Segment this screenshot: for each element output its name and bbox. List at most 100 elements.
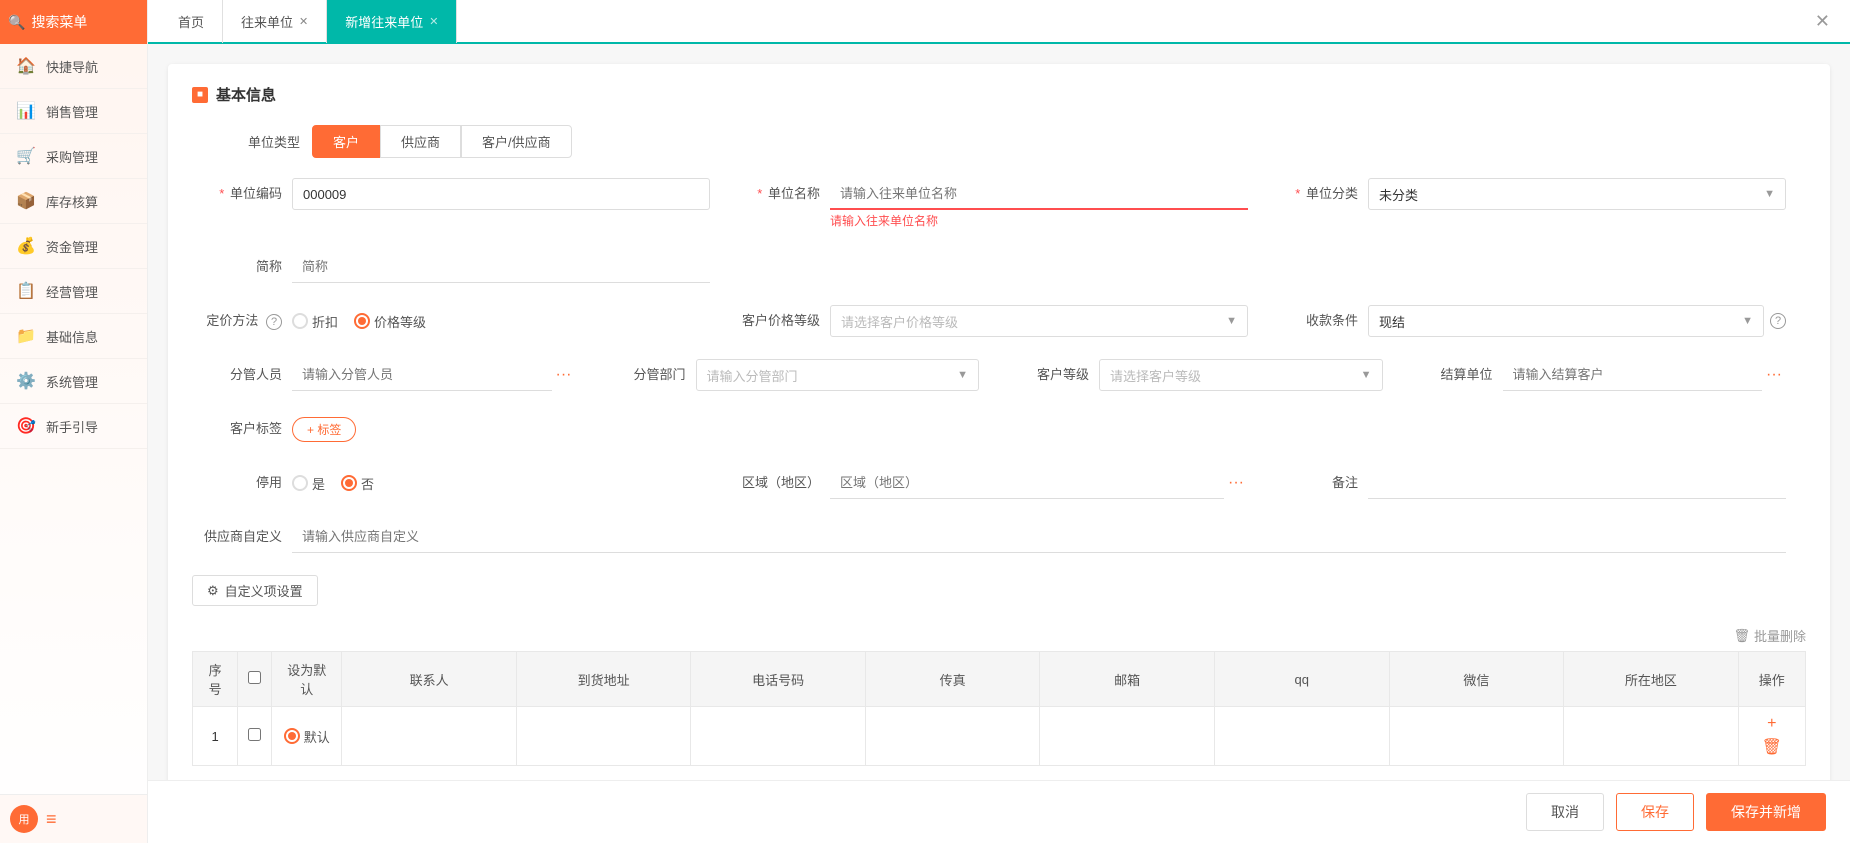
unit-type-supplier-btn[interactable]: 供应商 [380,125,461,158]
unit-name-input[interactable] [830,178,1248,210]
sidebar-item-purchase[interactable]: 🛒 采购管理 [0,134,147,179]
unit-code-label: * 单位编码 [192,178,292,210]
add-tag-button[interactable]: + 标签 [292,417,356,442]
disabled-no-radio[interactable]: 否 [341,474,374,493]
region-label: 区域（地区） [730,467,830,499]
table-row: 1 默认 [193,707,1806,766]
unit-category-select[interactable]: 未分类 ▼ [1368,178,1786,210]
unit-type-customer-btn[interactable]: 客户 [312,125,380,158]
remark-input[interactable] [1368,467,1786,499]
unit-category-arrow: ▼ [1764,188,1775,200]
row-default-radio[interactable]: 默认 [282,727,331,746]
row-phone-input[interactable] [701,729,855,744]
bulk-delete-label[interactable]: 批量删除 [1754,626,1806,645]
custom-settings-button[interactable]: ⚙ 自定义项设置 [192,575,318,606]
row-phone-cell[interactable] [691,707,866,766]
sidebar-item-basic-info[interactable]: 📁 基础信息 [0,314,147,359]
customer-level-label: 客户等级 [999,359,1099,391]
tab-home[interactable]: 首页 [160,0,223,43]
unit-code-field: * 单位编码 [192,178,710,210]
pricing-discount-radio[interactable]: 折扣 [292,312,338,331]
row-address-cell[interactable] [516,707,691,766]
operations-icon: 📋 [16,281,36,301]
pricing-discount-label: 折扣 [312,312,338,331]
row-checkbox[interactable] [248,728,261,741]
search-menu-button[interactable]: 🔍 搜索菜单 [0,0,147,44]
row-contact-input[interactable] [352,729,506,744]
tab-partners[interactable]: 往来单位 ✕ [223,0,327,43]
sidebar-item-guide[interactable]: 🎯 新手引导 [0,404,147,449]
finance-icon: 💰 [16,236,36,256]
customer-price-level-select[interactable]: 请选择客户价格等级 ▼ [830,305,1248,337]
manager-more-btn[interactable]: ··· [552,367,576,383]
row-address-input[interactable] [527,729,681,744]
sidebar-item-quick-nav[interactable]: 🏠 快捷导航 [0,44,147,89]
unit-type-both-btn[interactable]: 客户/供应商 [461,125,572,158]
pricing-radio-group: 折扣 价格等级 [292,312,426,331]
payment-terms-hint-icon[interactable]: ? [1770,313,1786,329]
pricing-label: 定价方法 ? [192,305,292,337]
section-title: ■ 基本信息 [192,84,1806,105]
sidebar-item-label: 新手引导 [46,417,98,436]
sidebar-item-sales[interactable]: 📊 销售管理 [0,89,147,134]
row-index: 1 [193,707,238,766]
department-placeholder: 请输入分管部门 [707,366,798,385]
disabled-yes-label: 是 [312,474,325,493]
cancel-button[interactable]: 取消 [1526,793,1604,831]
search-icon: 🔍 [8,14,25,31]
purchase-icon: 🛒 [16,146,36,166]
row-fax-input[interactable] [876,729,1030,744]
unit-category-field: * 单位分类 未分类 ▼ [1268,178,1786,210]
tab-partners-close[interactable]: ✕ [299,15,308,28]
row-region-cell[interactable] [1564,707,1739,766]
sidebar-item-label: 资金管理 [46,237,98,256]
row-action-cell: + 🗑 [1738,707,1805,766]
save-and-new-button[interactable]: 保存并新增 [1706,793,1826,831]
abbreviation-input[interactable] [292,251,710,283]
manager-input[interactable] [292,359,552,391]
bulk-delete-icon: 🗑 [1733,628,1750,644]
settlement-unit-input[interactable] [1503,359,1763,391]
disabled-yes-radio[interactable]: 是 [292,474,325,493]
row-add-btn[interactable]: + [1763,713,1780,735]
bulk-delete-area: 🗑 批量删除 [192,626,1806,645]
department-select[interactable]: 请输入分管部门 ▼ [696,359,980,391]
col-contact: 联系人 [342,652,517,707]
tab-new-partner-close[interactable]: ✕ [429,15,438,28]
tab-new-partner[interactable]: 新增往来单位 ✕ [327,0,457,43]
customer-level-arrow: ▼ [1361,369,1372,381]
window-close-button[interactable]: ✕ [1807,11,1838,32]
row-fax-cell[interactable] [865,707,1040,766]
abbreviation-field: 简称 [192,251,710,283]
pricing-level-radio[interactable]: 价格等级 [354,312,426,331]
row-email-cell[interactable] [1040,707,1215,766]
row-email-input[interactable] [1050,729,1204,744]
row-contact-cell[interactable] [342,707,517,766]
supplier-custom-input[interactable] [292,521,1786,553]
row-wechat-input[interactable] [1400,729,1554,744]
col-phone: 电话号码 [691,652,866,707]
contacts-table: 序号 设为默认 联系人 到货地址 电话号码 传真 邮箱 qq 微信 所在地区 [192,651,1806,766]
row-qq-cell[interactable] [1214,707,1389,766]
sidebar-item-finance[interactable]: 💰 资金管理 [0,224,147,269]
sidebar-item-operations[interactable]: 📋 经营管理 [0,269,147,314]
pricing-hint-icon[interactable]: ? [266,314,282,330]
settlement-unit-field: 结算单位 ··· [1403,359,1787,391]
save-button[interactable]: 保存 [1616,793,1694,831]
pricing-level-inner [358,317,366,325]
region-input[interactable] [830,467,1224,499]
region-more-btn[interactable]: ··· [1224,475,1248,491]
unit-code-input[interactable] [292,178,710,210]
row-qq-input[interactable] [1225,729,1379,744]
row-region-input[interactable] [1574,729,1728,744]
row-default-label: 默认 [304,727,330,746]
sidebar-item-system[interactable]: ⚙️ 系统管理 [0,359,147,404]
payment-terms-select[interactable]: 现结 ▼ [1368,305,1764,337]
select-all-checkbox[interactable] [248,671,261,684]
row-delete-btn[interactable]: 🗑 [1758,735,1786,759]
manager-field: 分管人员 ··· [192,359,576,391]
row-wechat-cell[interactable] [1389,707,1564,766]
sidebar-item-inventory[interactable]: 📦 库存核算 [0,179,147,224]
customer-level-select[interactable]: 请选择客户等级 ▼ [1099,359,1383,391]
settlement-unit-more-btn[interactable]: ··· [1762,367,1786,383]
